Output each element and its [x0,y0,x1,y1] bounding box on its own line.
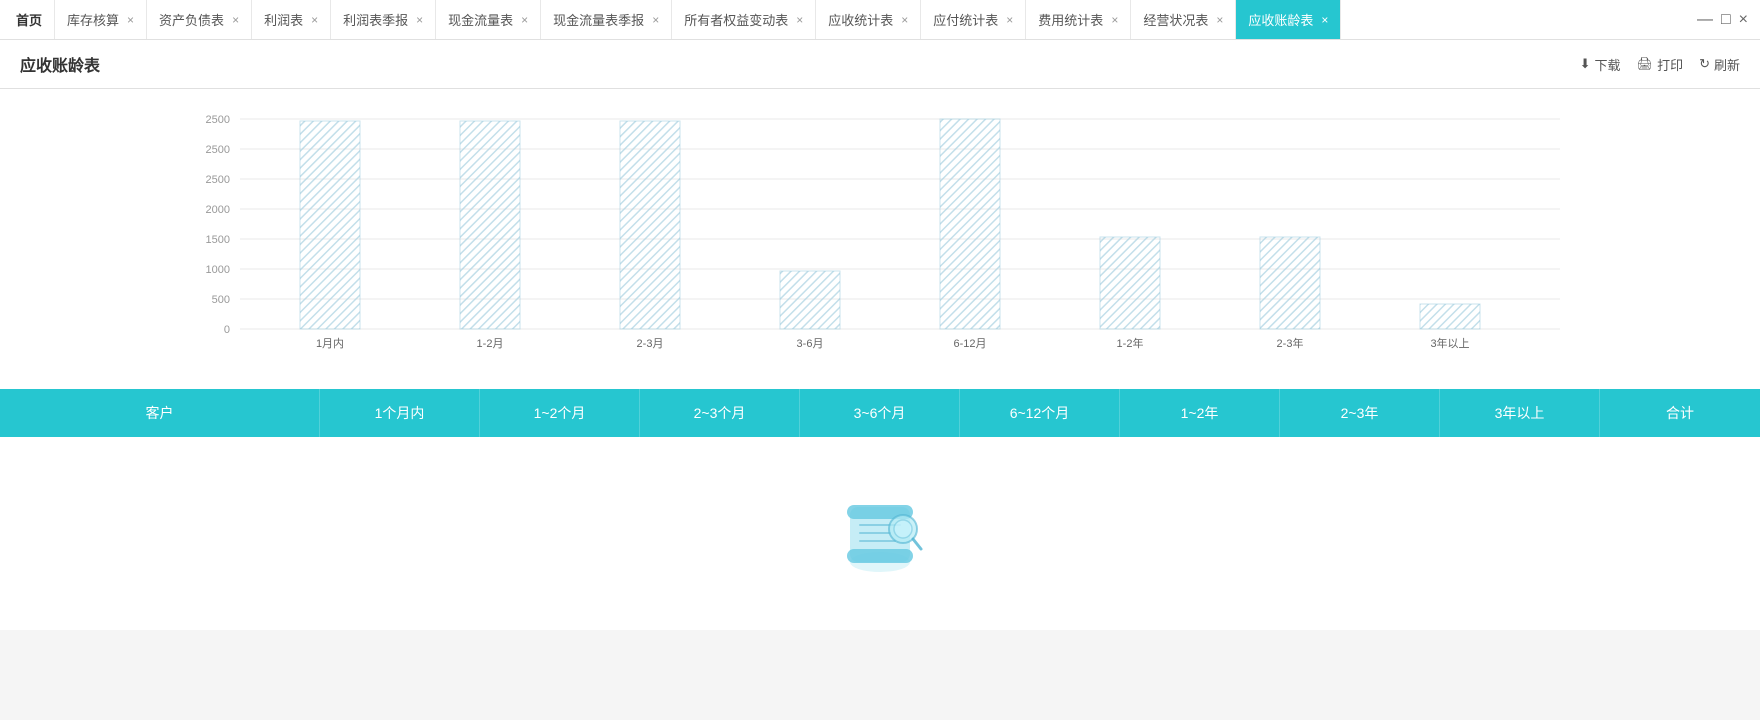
print-button[interactable]: 🖨 打印 [1637,55,1684,74]
svg-text:1500: 1500 [206,234,230,246]
empty-state [0,437,1760,630]
tab-cashflow-quarterly-label: 现金流量表季报 [553,10,644,29]
download-icon: ⬇ [1580,56,1591,72]
svg-text:3-6月: 3-6月 [797,338,824,350]
tab-expense-stats-close[interactable]: × [1111,13,1118,27]
tab-inventory-label: 库存核算 [67,10,119,29]
svg-text:0: 0 [224,324,230,336]
tab-profit-quarterly-label: 利润表季报 [343,10,408,29]
bar-1-2-month [460,121,520,329]
bar-2-3-month [620,121,680,329]
download-button[interactable]: ⬇ 下载 [1580,55,1621,74]
download-label: 下载 [1595,55,1621,74]
tab-ar-aging[interactable]: 应收账龄表 × [1236,0,1341,40]
table-header: 客户 1个月内 1~2个月 2~3个月 3~6个月 6~12个月 1~2年 2~… [0,389,1760,437]
bar-1-2-year [1100,237,1160,329]
tab-cashflow-label: 现金流量表 [448,10,513,29]
col-3plus: 3年以上 [1440,389,1600,437]
svg-text:1月内: 1月内 [316,336,344,350]
tab-bar: 首页 库存核算 × 资产负债表 × 利润表 × 利润表季报 × 现金流量表 × … [0,0,1760,40]
tab-inventory[interactable]: 库存核算 × [55,0,147,40]
svg-text:1-2年: 1-2年 [1117,336,1144,350]
tab-equity-close[interactable]: × [796,13,803,27]
chart-area: 2500 2500 2500 2000 1500 1000 500 0 1月内 … [0,89,1760,389]
header-actions: ⬇ 下载 🖨 打印 ↻ 刷新 [1580,55,1740,74]
close-button[interactable]: × [1739,11,1748,29]
tab-cashflow-close[interactable]: × [521,13,528,27]
bar-1-month [300,121,360,329]
tab-profit-close[interactable]: × [311,13,318,27]
tab-equity[interactable]: 所有者权益变动表 × [672,0,816,40]
svg-text:1-2月: 1-2月 [477,338,504,350]
svg-text:6-12月: 6-12月 [953,338,986,350]
col-1-2month: 1~2个月 [480,389,640,437]
tab-profit-quarterly-close[interactable]: × [416,13,423,27]
tab-inventory-close[interactable]: × [127,13,134,27]
tab-expense-stats-label: 费用统计表 [1038,10,1103,29]
tab-cashflow[interactable]: 现金流量表 × [436,0,541,40]
page-title: 应收账龄表 [20,52,100,76]
refresh-button[interactable]: ↻ 刷新 [1699,55,1740,74]
svg-text:2500: 2500 [206,144,230,156]
bar-chart: 2500 2500 2500 2000 1500 1000 500 0 1月内 … [20,109,1740,359]
tab-operations-close[interactable]: × [1216,13,1223,27]
col-2-3year: 2~3年 [1280,389,1440,437]
tab-ar-aging-close[interactable]: × [1321,13,1328,27]
col-2-3month: 2~3个月 [640,389,800,437]
empty-icon [825,477,935,587]
svg-text:2500: 2500 [206,174,230,186]
tab-cashflow-quarterly[interactable]: 现金流量表季报 × [541,0,672,40]
svg-text:1000: 1000 [206,264,230,276]
tab-balance-sheet-label: 资产负债表 [159,10,224,29]
refresh-label: 刷新 [1714,55,1740,74]
main-content: 2500 2500 2500 2000 1500 1000 500 0 1月内 … [0,89,1760,630]
col-1month: 1个月内 [320,389,480,437]
tab-operations[interactable]: 经营状况表 × [1131,0,1236,40]
svg-text:2-3月: 2-3月 [637,338,664,350]
tab-balance-sheet[interactable]: 资产负债表 × [147,0,252,40]
tab-home-label: 首页 [16,10,42,29]
bar-3plus-year [1420,304,1480,329]
col-3-6month: 3~6个月 [800,389,960,437]
bar-6-12-month [940,119,1000,329]
tab-equity-label: 所有者权益变动表 [684,10,788,29]
tab-profit[interactable]: 利润表 × [252,0,331,40]
svg-text:2000: 2000 [206,204,230,216]
tab-home[interactable]: 首页 [4,0,55,40]
tab-ar-stats[interactable]: 应收统计表 × [816,0,921,40]
print-label: 打印 [1657,55,1683,74]
bar-3-6-month [780,271,840,329]
tab-ar-stats-label: 应收统计表 [828,10,893,29]
refresh-icon: ↻ [1699,56,1710,72]
svg-text:2500: 2500 [206,114,230,126]
tab-operations-label: 经营状况表 [1143,10,1208,29]
page-header: 应收账龄表 ⬇ 下载 🖨 打印 ↻ 刷新 [0,40,1760,89]
print-icon: 🖨 [1637,56,1654,72]
col-6-12month: 6~12个月 [960,389,1120,437]
bar-2-3-year [1260,237,1320,329]
svg-text:3年以上: 3年以上 [1430,336,1469,350]
col-total: 合计 [1600,389,1760,437]
col-1-2year: 1~2年 [1120,389,1280,437]
col-customer: 客户 [0,389,320,437]
tab-profit-label: 利润表 [264,10,303,29]
minimize-button[interactable]: — [1697,11,1713,29]
maximize-button[interactable]: □ [1721,11,1731,29]
svg-text:2-3年: 2-3年 [1277,336,1304,350]
tab-expense-stats[interactable]: 费用统计表 × [1026,0,1131,40]
window-controls: — □ × [1689,11,1756,29]
tab-ar-aging-label: 应收账龄表 [1248,10,1313,29]
tab-balance-sheet-close[interactable]: × [232,13,239,27]
empty-illustration [825,477,935,590]
tab-profit-quarterly[interactable]: 利润表季报 × [331,0,436,40]
tab-ap-stats-label: 应付统计表 [933,10,998,29]
tab-cashflow-quarterly-close[interactable]: × [652,13,659,27]
tab-ap-stats-close[interactable]: × [1006,13,1013,27]
tab-ar-stats-close[interactable]: × [901,13,908,27]
svg-text:500: 500 [212,294,230,306]
tab-ap-stats[interactable]: 应付统计表 × [921,0,1026,40]
